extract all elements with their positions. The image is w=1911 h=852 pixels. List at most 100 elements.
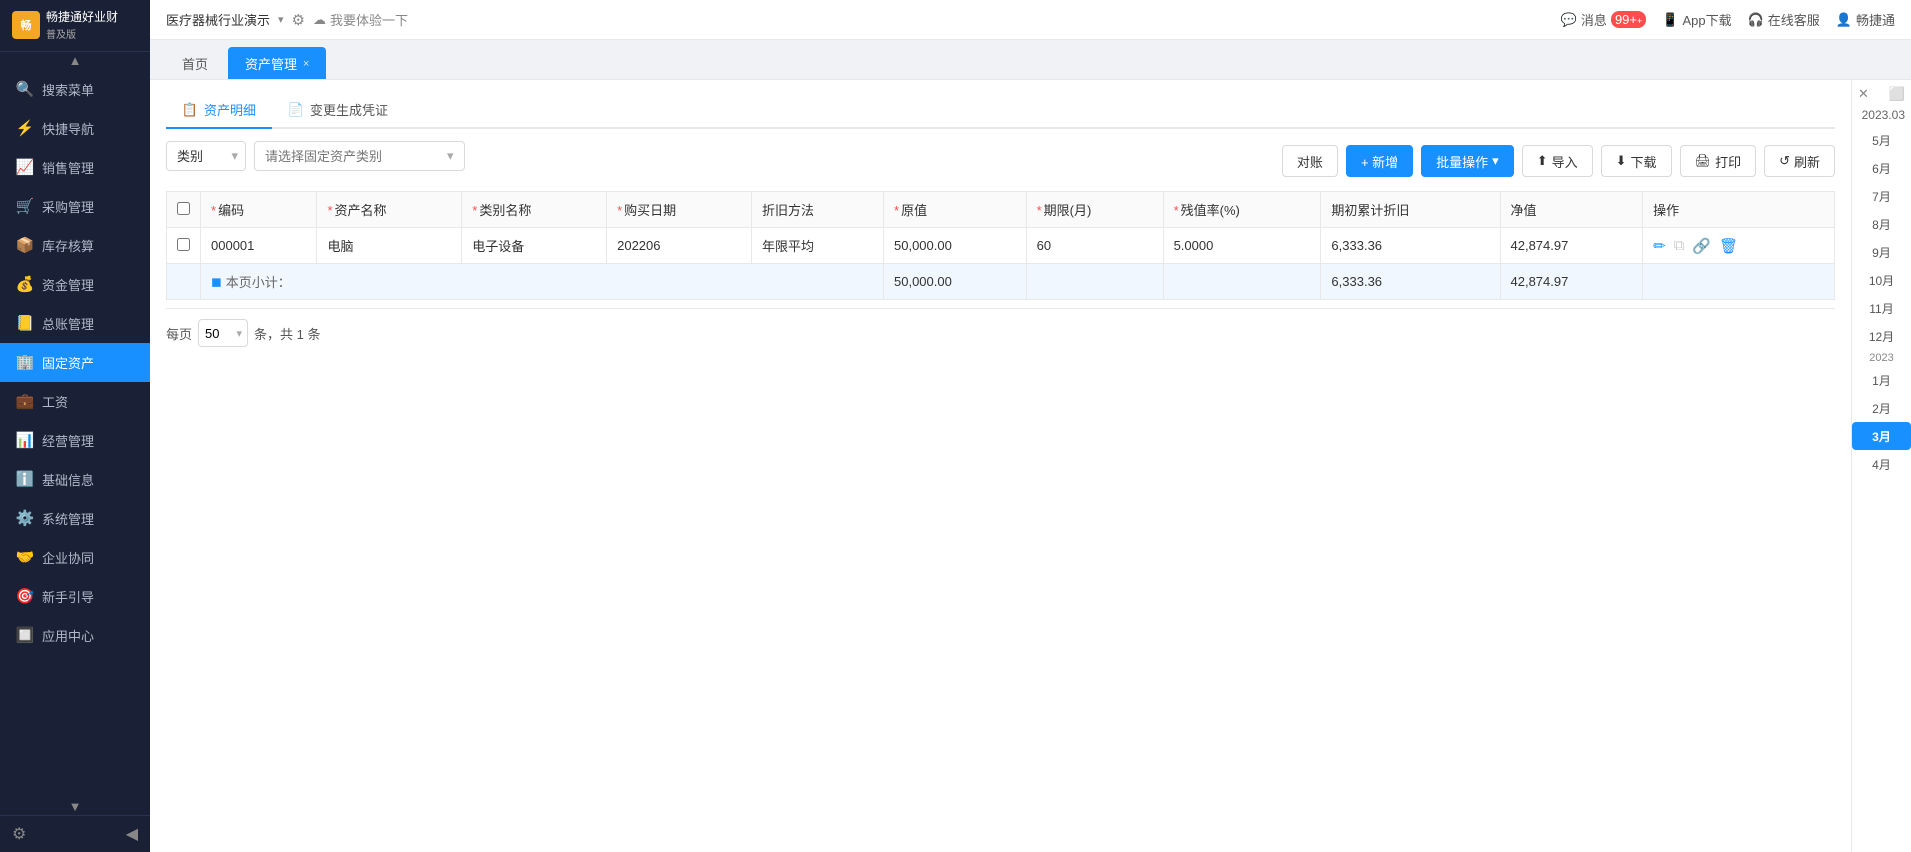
tab-home-label: 首页 [182, 54, 208, 73]
calendar-month-1[interactable]: 1月 [1852, 366, 1911, 394]
category-filter[interactable]: 类别 [166, 141, 246, 171]
per-page-label: 每页 [166, 324, 192, 343]
collapse-icon[interactable]: ◀ [126, 824, 138, 844]
batch-ops-btn[interactable]: 批量操作 ▾ [1421, 145, 1514, 177]
settings-icon[interactable]: ⚙ [12, 824, 26, 844]
sidebar-item-label-purchase: 采购管理 [42, 197, 94, 216]
sidebar-item-system[interactable]: ⚙️系统管理 [0, 499, 150, 538]
sidebar-scroll-down[interactable]: ▼ [0, 797, 150, 815]
toolbar-left: 类别 ▾ [166, 141, 465, 181]
system-icon: ⚙️ [16, 509, 34, 527]
delete-icon[interactable]: 🗑 [1719, 237, 1738, 255]
sidebar-item-sales[interactable]: 📈销售管理 [0, 148, 150, 187]
messages-btn[interactable]: 💬 消息 99++ [1561, 10, 1647, 29]
sidebar-item-payroll[interactable]: 💼 工资 [0, 382, 150, 421]
sidebar-item-label-payroll: 工资 [42, 392, 68, 411]
calendar-month[interactable]: 5月 [1852, 126, 1911, 154]
topbar-experience-btn[interactable]: ☁ 我要体验一下 [313, 10, 408, 29]
sidebar-item-app-center[interactable]: 🔲应用中心 [0, 616, 150, 655]
content-area: 📋 资产明细 📄 变更生成凭证 类别 [150, 80, 1911, 852]
topbar-title: 医疗器械行业演示 [166, 10, 270, 29]
account-btn[interactable]: 对账 [1282, 145, 1338, 177]
calendar-month-2[interactable]: 2月 [1852, 394, 1911, 422]
calendar-month[interactable]: 12月 [1852, 322, 1911, 350]
sidebar-bottom: ⚙ ◀ [0, 815, 150, 852]
sidebar-item-basic-info[interactable]: ℹ️基础信息 [0, 460, 150, 499]
sidebar-item-fixed-assets[interactable]: 🏢固定资产 [0, 343, 150, 382]
row-residual-rate: 5.0000 [1163, 228, 1321, 264]
download-btn[interactable]: ⬇ 下载 [1601, 145, 1672, 177]
topbar-dropdown-icon[interactable]: ▾ [278, 13, 284, 26]
sidebar-item-purchase[interactable]: 🛒采购管理 [0, 187, 150, 226]
tab-home[interactable]: 首页 [166, 47, 224, 79]
rp-close-icon[interactable]: ✕ [1858, 86, 1869, 102]
select-all-checkbox[interactable] [177, 202, 190, 215]
experience-label: 我要体验一下 [330, 10, 408, 29]
sidebar-item-inventory[interactable]: 📦 库存核算 [0, 226, 150, 265]
logo-sub: 普及版 [46, 26, 118, 41]
user-btn[interactable]: 👤 畅捷通 [1836, 10, 1895, 29]
calendar-month[interactable]: 10月 [1852, 266, 1911, 294]
app-download-label: App下载 [1682, 10, 1731, 29]
topbar: 医疗器械行业演示 ▾ ⚙ ☁ 我要体验一下 💬 消息 99++ 📱 App下载 … [150, 0, 1911, 40]
calendar-month[interactable]: 6月 [1852, 154, 1911, 182]
inventory-icon: 📦 [16, 236, 34, 254]
sub-tab-change-voucher[interactable]: 📄 变更生成凭证 [272, 92, 404, 129]
th-net-value: 净值 [1500, 192, 1643, 228]
calendar-month[interactable]: 9月 [1852, 238, 1911, 266]
payroll-icon: 💼 [16, 392, 34, 410]
category-input[interactable] [265, 149, 441, 164]
row-checkbox[interactable] [177, 238, 190, 251]
basic-info-icon: ℹ️ [16, 470, 34, 488]
prev-year-months: 5月6月7月8月9月10月11月12月 [1852, 126, 1911, 350]
sidebar-item-label-app-center: 应用中心 [42, 626, 94, 645]
topbar-gear-icon[interactable]: ⚙ [292, 11, 305, 29]
print-icon: 🖨 [1695, 153, 1712, 169]
link-icon[interactable]: 🔗 [1692, 237, 1711, 255]
th-category: *类别名称 [462, 192, 607, 228]
sidebar-item-label-enterprise: 企业协同 [42, 548, 94, 567]
sidebar-item-ledger[interactable]: 📒总账管理 [0, 304, 150, 343]
app-download-btn[interactable]: 📱 App下载 [1662, 10, 1731, 29]
refresh-btn[interactable]: ↺ 刷新 [1764, 145, 1835, 177]
subtotal-term [1026, 264, 1163, 300]
sidebar: 畅 畅捷通好业财 普及版 ▲ 🔍搜索菜单⚡快捷导航📈销售管理🛒采购管理📦库存核算… [0, 0, 150, 852]
sidebar-item-search[interactable]: 🔍搜索菜单 [0, 70, 150, 109]
sidebar-item-enterprise[interactable]: 🤝企业协同 [0, 538, 150, 577]
subtotal-residual [1163, 264, 1321, 300]
edit-icon[interactable]: ✏ [1653, 237, 1666, 255]
new-btn[interactable]: + 新增 [1346, 145, 1413, 177]
th-residual-rate: *残值率(%) [1163, 192, 1321, 228]
tab-asset-mgmt[interactable]: 资产管理 × [228, 47, 326, 79]
sidebar-item-operations[interactable]: 📊经营管理 [0, 421, 150, 460]
sidebar-scroll-up[interactable]: ▲ [0, 52, 150, 70]
calendar-month[interactable]: 8月 [1852, 210, 1911, 238]
username-label: 畅捷通 [1856, 10, 1895, 29]
rp-expand-icon[interactable]: ⬜ [1889, 86, 1905, 102]
page-size-select[interactable]: 50 100 200 [198, 319, 248, 347]
tab-asset-mgmt-label: 资产管理 [245, 54, 297, 73]
row-term-months: 60 [1026, 228, 1163, 264]
export-btn[interactable]: ⬆ 导入 [1522, 145, 1593, 177]
calendar-month[interactable]: 7月 [1852, 182, 1911, 210]
print-btn[interactable]: 🖨 打印 [1680, 145, 1757, 177]
asset-detail-icon: 📋 [182, 102, 198, 118]
sales-icon: 📈 [16, 158, 34, 176]
calendar-month-3[interactable]: 3月 [1852, 422, 1911, 450]
category-input-dropdown-icon[interactable]: ▾ [447, 148, 454, 164]
online-service-btn[interactable]: 🎧 在线客服 [1748, 10, 1820, 29]
funds-icon: 💰 [16, 275, 34, 293]
sidebar-item-funds[interactable]: 💰资金管理 [0, 265, 150, 304]
sidebar-item-quick-nav[interactable]: ⚡快捷导航 [0, 109, 150, 148]
calendar-month[interactable]: 11月 [1852, 294, 1911, 322]
logo-text: 畅捷通好业财 [46, 10, 118, 26]
th-term-months: *期限(月) [1026, 192, 1163, 228]
sidebar-item-guide[interactable]: 🎯新手引导 [0, 577, 150, 616]
copy-icon[interactable]: ⧉ [1674, 237, 1685, 254]
th-code: *编码 [201, 192, 317, 228]
sub-tab-asset-detail[interactable]: 📋 资产明细 [166, 92, 272, 129]
toolbar-right: 对账 + 新增 批量操作 ▾ ⬆ 导入 ⬇ 下载 🖨 [1282, 145, 1835, 177]
sidebar-item-label-inventory: 库存核算 [42, 236, 94, 255]
calendar-month-4[interactable]: 4月 [1852, 450, 1911, 478]
tab-asset-mgmt-close[interactable]: × [303, 58, 309, 70]
